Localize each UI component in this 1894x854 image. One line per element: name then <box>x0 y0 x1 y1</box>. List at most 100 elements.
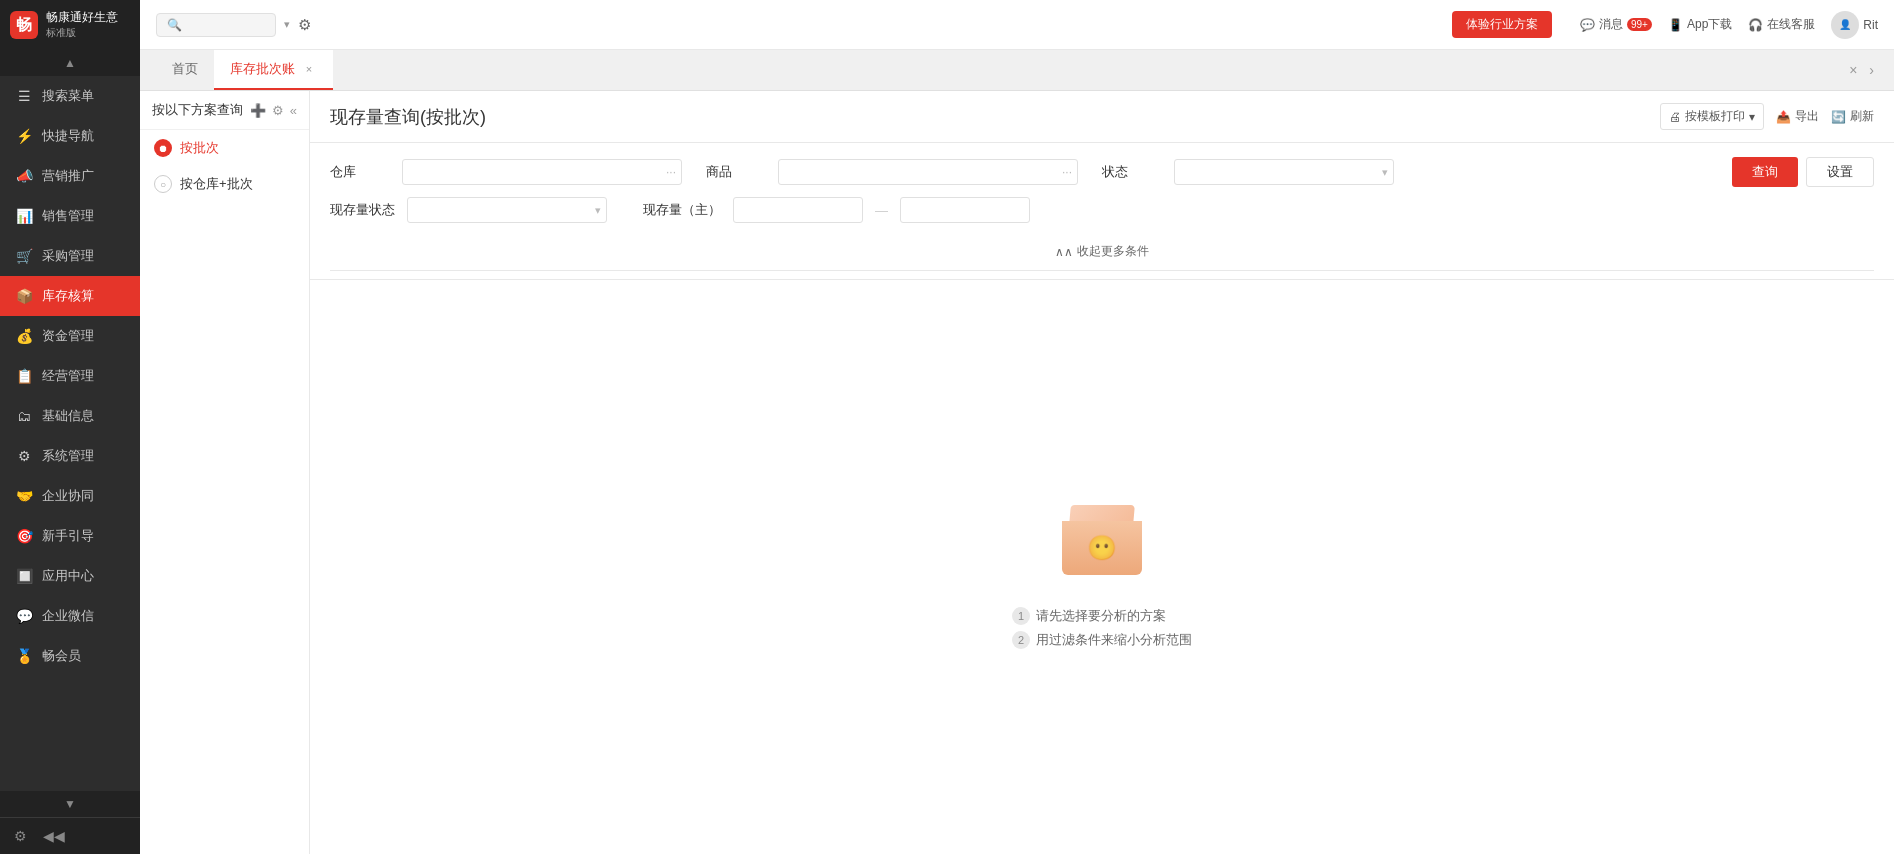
export-label: 导出 <box>1795 108 1819 125</box>
sidebar-item-member-label: 畅会员 <box>42 647 81 665</box>
collapse-panel-btn[interactable]: « <box>290 103 297 118</box>
tab-home[interactable]: 首页 <box>156 50 214 90</box>
tab-bar-close-btn[interactable]: × <box>1841 62 1865 78</box>
user-area[interactable]: 👤 Rit <box>1831 11 1878 39</box>
empty-box-wrap: 😶 <box>1062 505 1142 575</box>
tab-bar: 首页 库存批次账 × × › <box>140 50 1894 91</box>
wechat-icon: 💬 <box>14 608 34 624</box>
sidebar-item-sales[interactable]: 📊 销售管理 <box>0 196 140 236</box>
guide-icon: 🎯 <box>14 528 34 544</box>
product-more-btn[interactable]: ··· <box>1062 165 1072 179</box>
collab-icon: 🤝 <box>14 488 34 504</box>
hint-1-num: 1 <box>1012 607 1030 625</box>
settings-btn[interactable]: 设置 <box>1806 157 1874 187</box>
app-download-btn[interactable]: 📱 App下载 <box>1668 16 1732 33</box>
hint-2-num: 2 <box>1012 631 1030 649</box>
warehouse-input[interactable] <box>402 159 682 185</box>
sidebar-item-ops-label: 经营管理 <box>42 367 94 385</box>
stock-qty-divider: — <box>875 203 888 218</box>
status-filter-label: 状态 <box>1102 163 1162 181</box>
sidebar-item-guide[interactable]: 🎯 新手引导 <box>0 516 140 556</box>
sales-icon: 📊 <box>14 208 34 224</box>
stock-qty-label: 现存量（主） <box>643 201 721 219</box>
topbar-gear-icon[interactable]: ⚙ <box>298 16 311 34</box>
stock-status-wrap: ▾ <box>407 197 607 223</box>
sidebar-item-inventory-label: 库存核算 <box>42 287 94 305</box>
collapse-chevron-icon: ∧∧ <box>1055 245 1073 259</box>
sidebar-item-marketing[interactable]: 📣 营销推广 <box>0 156 140 196</box>
stock-qty-to[interactable] <box>900 197 1030 223</box>
trial-btn[interactable]: 体验行业方案 <box>1452 11 1552 38</box>
sidebar-item-system[interactable]: ⚙ 系统管理 <box>0 436 140 476</box>
filter-row-2: 现存量状态 ▾ 现存量（主） — <box>330 197 1874 223</box>
left-panel-header-label: 按以下方案查询 <box>152 101 243 119</box>
username-label: Rit <box>1863 18 1878 32</box>
scheme-batch-label: 按批次 <box>180 139 219 157</box>
settings-bottom-icon[interactable]: ⚙ <box>14 828 27 844</box>
stock-status-label: 现存量状态 <box>330 201 395 219</box>
query-btn[interactable]: 查询 <box>1732 157 1798 187</box>
basic-icon: 🗂 <box>14 408 34 424</box>
stock-qty-from[interactable] <box>733 197 863 223</box>
warehouse-filter-wrap: ··· <box>402 159 682 185</box>
sidebar-item-search-label: 搜索菜单 <box>42 87 94 105</box>
main-area: 🔍 ▾ ⚙ 体验行业方案 💬 消息 99+ 📱 App下载 🎧 在线客服 👤 <box>140 0 1894 854</box>
tab-bar-extra[interactable]: › <box>1865 62 1878 78</box>
product-input[interactable] <box>778 159 1078 185</box>
tab-inventory-batch[interactable]: 库存批次账 × <box>214 50 333 90</box>
topbar-search-box[interactable]: 🔍 <box>156 13 276 37</box>
print-btn[interactable]: 🖨 按模板打印 ▾ <box>1660 103 1764 130</box>
empty-hints: 1 请先选择要分析的方案 2 用过滤条件来缩小分析范围 <box>1012 607 1192 649</box>
tab-inventory-batch-close[interactable]: × <box>301 61 317 77</box>
add-scheme-btn[interactable]: ➕ <box>250 103 266 118</box>
sidebar-item-member[interactable]: 🏅 畅会员 <box>0 636 140 676</box>
sidebar-item-finance[interactable]: 💰 资金管理 <box>0 316 140 356</box>
message-btn[interactable]: 💬 消息 99+ <box>1580 16 1652 33</box>
scheme-item-batch[interactable]: ⏺ 按批次 <box>140 130 309 166</box>
scheme-warehouse-batch-label: 按仓库+批次 <box>180 175 253 193</box>
sidebar-item-basic[interactable]: 🗂 基础信息 <box>0 396 140 436</box>
hint-1-text: 请先选择要分析的方案 <box>1036 607 1166 625</box>
sidebar-item-purchase[interactable]: 🛒 采购管理 <box>0 236 140 276</box>
page-title: 现存量查询(按批次) <box>330 105 486 129</box>
tab-inventory-batch-label: 库存批次账 <box>230 60 295 78</box>
topbar-right: 💬 消息 99+ 📱 App下载 🎧 在线客服 👤 Rit <box>1580 11 1878 39</box>
sidebar-item-basic-label: 基础信息 <box>42 407 94 425</box>
sidebar-item-marketing-label: 营销推广 <box>42 167 94 185</box>
headphone-icon: 🎧 <box>1748 18 1763 32</box>
sidebar-item-ops[interactable]: 📋 经营管理 <box>0 356 140 396</box>
scheme-settings-btn[interactable]: ⚙ <box>272 103 284 118</box>
box-face-icon: 😶 <box>1087 534 1117 562</box>
sidebar-item-wechat[interactable]: 💬 企业微信 <box>0 596 140 636</box>
sidebar-item-purchase-label: 采购管理 <box>42 247 94 265</box>
sidebar-item-collab[interactable]: 🤝 企业协同 <box>0 476 140 516</box>
export-btn[interactable]: 📤 导出 <box>1776 108 1819 125</box>
page-header-actions: 🖨 按模板打印 ▾ 📤 导出 🔄 刷新 <box>1660 103 1874 130</box>
sidebar-item-apps[interactable]: 🔲 应用中心 <box>0 556 140 596</box>
collapse-btn[interactable]: ∧∧ 收起更多条件 <box>1047 239 1157 264</box>
scheme-warehouse-batch-icon: ○ <box>154 175 172 193</box>
sidebar-scroll-down[interactable]: ▼ <box>0 791 140 817</box>
inventory-icon: 📦 <box>14 288 34 304</box>
status-select[interactable] <box>1174 159 1394 185</box>
quick-nav-icon: ⚡ <box>14 128 34 144</box>
sidebar-header: 畅 畅康通好生意 标准版 <box>0 0 140 50</box>
stock-status-select[interactable] <box>407 197 607 223</box>
sidebar-item-inventory[interactable]: 📦 库存核算 <box>0 276 140 316</box>
refresh-btn[interactable]: 🔄 刷新 <box>1831 108 1874 125</box>
sidebar-scroll-up[interactable]: ▲ <box>0 50 140 76</box>
sidebar-item-search[interactable]: ☰ 搜索菜单 <box>0 76 140 116</box>
sidebar-item-quick-nav[interactable]: ⚡ 快捷导航 <box>0 116 140 156</box>
member-icon: 🏅 <box>14 648 34 664</box>
status-filter-wrap: ▾ <box>1174 159 1394 185</box>
online-service-btn[interactable]: 🎧 在线客服 <box>1748 16 1815 33</box>
collapse-sidebar-icon[interactable]: ◀◀ <box>43 828 65 844</box>
warehouse-more-btn[interactable]: ··· <box>666 165 676 179</box>
online-service-label: 在线客服 <box>1767 16 1815 33</box>
topbar: 🔍 ▾ ⚙ 体验行业方案 💬 消息 99+ 📱 App下载 🎧 在线客服 👤 <box>140 0 1894 50</box>
scheme-batch-icon: ⏺ <box>154 139 172 157</box>
left-panel-actions: ➕ ⚙ « <box>250 103 297 118</box>
scheme-item-warehouse-batch[interactable]: ○ 按仓库+批次 <box>140 166 309 202</box>
topbar-dropdown-arrow[interactable]: ▾ <box>284 18 290 31</box>
sidebar-item-collab-label: 企业协同 <box>42 487 94 505</box>
